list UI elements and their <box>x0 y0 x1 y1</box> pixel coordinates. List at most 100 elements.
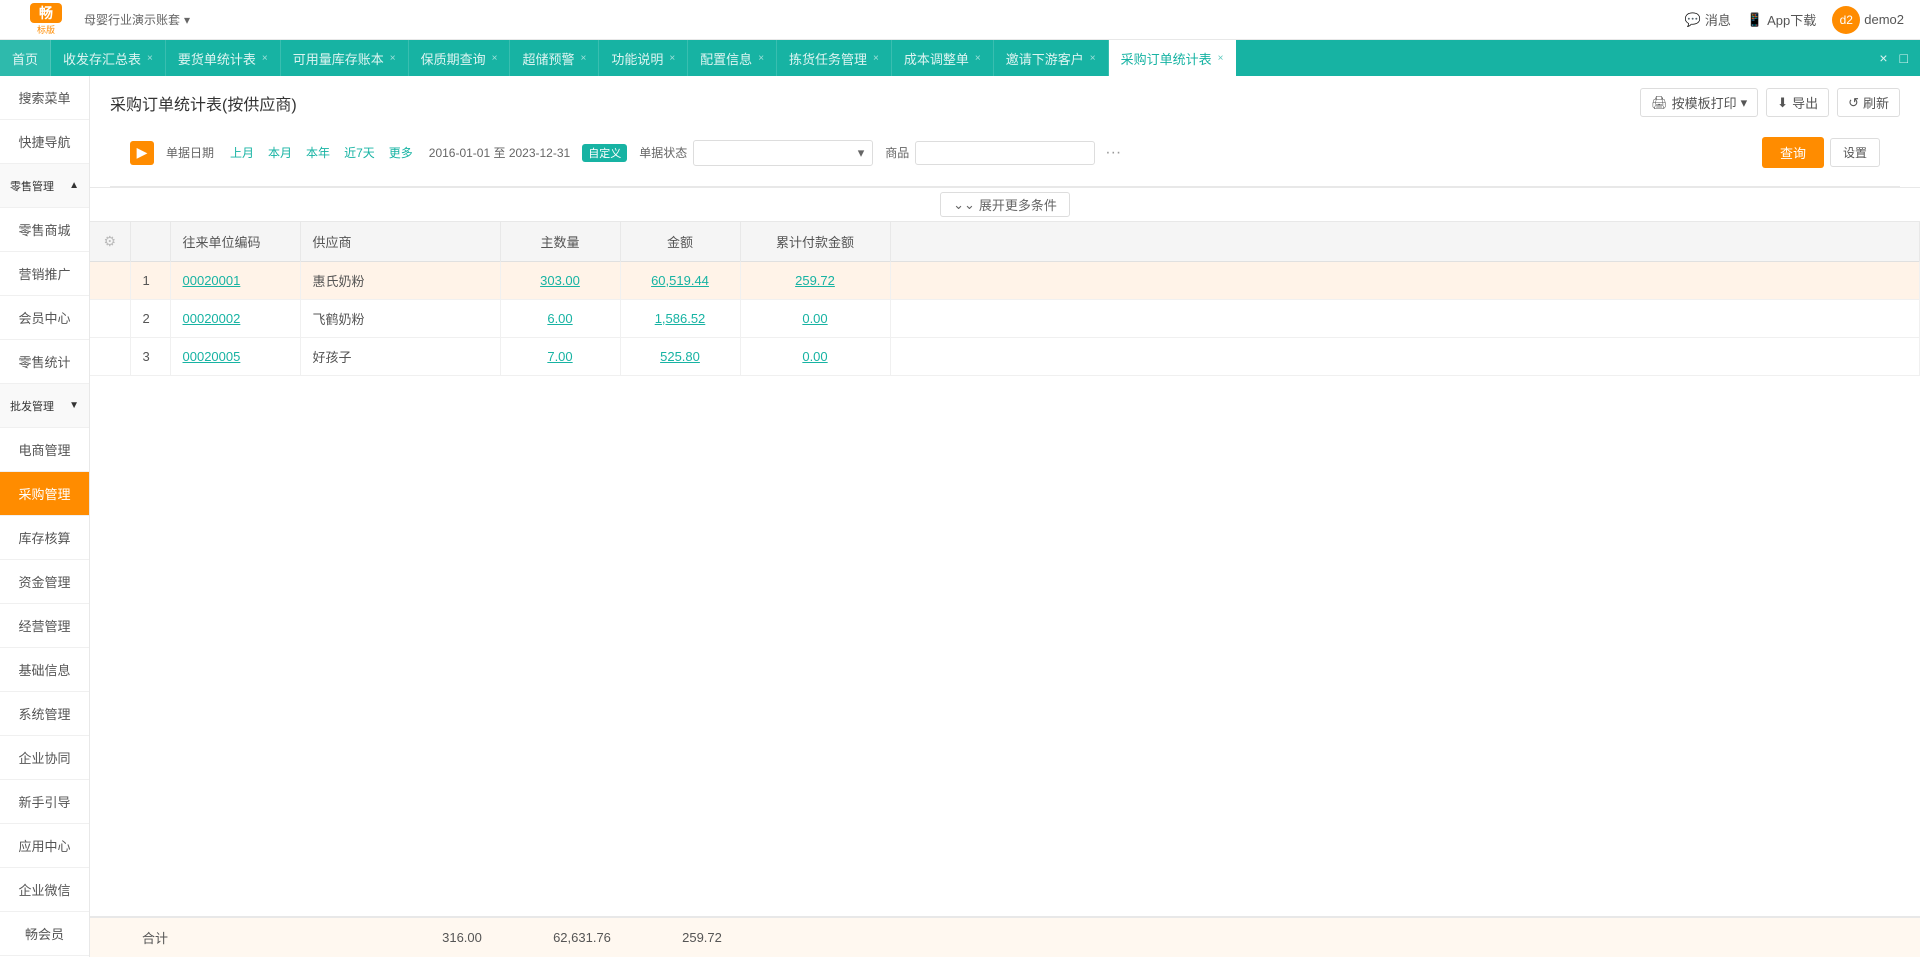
tab-expiry-query[interactable]: 保质期查询 × <box>409 40 511 76</box>
print-icon: 🖨 <box>1651 95 1668 111</box>
row-amount[interactable]: 60,519.44 <box>620 262 740 300</box>
sidebar-item-sys-mgmt[interactable]: 系统管理 <box>0 692 89 736</box>
sidebar-item-stock-check[interactable]: 库存核算 <box>0 516 89 560</box>
col-extra-header <box>890 222 1920 262</box>
app-download-action[interactable]: 📱 App下载 <box>1747 10 1816 29</box>
message-action[interactable]: 💬 消息 <box>1685 10 1731 29</box>
sidebar-item-wholesale-mgmt[interactable]: 批发管理 ▼ <box>0 384 89 428</box>
row-qty[interactable]: 6.00 <box>500 300 620 338</box>
sidebar-item-retail-mgmt[interactable]: 零售管理 ▲ <box>0 164 89 208</box>
tab-home[interactable]: 首页 <box>0 40 51 76</box>
sidebar-item-purchase-mgmt[interactable]: 采购管理 <box>0 472 89 516</box>
export-button[interactable]: ⬇ 导出 <box>1766 88 1829 117</box>
row-code[interactable]: 00020001 <box>170 262 300 300</box>
tab-receive-summary-close[interactable]: × <box>147 53 153 64</box>
filter-toggle-button[interactable]: ▶ <box>130 141 154 165</box>
nav-close-btn[interactable]: × <box>1875 48 1891 68</box>
shortcut-label: 快捷导航 <box>18 132 70 151</box>
sidebar-item-new-guide[interactable]: 新手引导 <box>0 780 89 824</box>
sidebar-item-retail-shop[interactable]: 零售商城 <box>0 208 89 252</box>
row-amount[interactable]: 1,586.52 <box>620 300 740 338</box>
tab-config-info-label: 配置信息 <box>700 49 752 68</box>
row-paid[interactable]: 0.00 <box>740 300 890 338</box>
sidebar-item-biz-mgmt[interactable]: 经营管理 <box>0 604 89 648</box>
row-paid[interactable]: 259.72 <box>740 262 890 300</box>
main-layout: 搜索菜单 快捷导航 零售管理 ▲ 零售商城 营销推广 会员中心 零售统计 批发管… <box>0 76 1920 957</box>
tab-pick-task-close[interactable]: × <box>873 53 879 64</box>
goods-input[interactable] <box>915 141 1095 165</box>
tab-config-info[interactable]: 配置信息 × <box>688 40 777 76</box>
print-button[interactable]: 🖨 按模板打印 ▾ <box>1640 88 1758 117</box>
nav-expand-btn[interactable]: □ <box>1896 48 1912 68</box>
tab-pick-task[interactable]: 拣货任务管理 × <box>777 40 892 76</box>
shortcut-this-year[interactable]: 本年 <box>302 142 334 163</box>
workspace-selector[interactable]: 母婴行业演示账套 ▾ <box>84 11 190 28</box>
sidebar-item-enterprise-collab[interactable]: 企业协同 <box>0 736 89 780</box>
page-title-row: 采购订单统计表(按供应商) 🖨 按模板打印 ▾ ⬇ 导出 ↺ 刷新 <box>110 88 1900 117</box>
tab-goods-stats-close[interactable]: × <box>262 53 268 64</box>
sidebar-item-member[interactable]: 畅会员 <box>0 912 89 956</box>
tab-cost-adjust-close[interactable]: × <box>975 53 981 64</box>
table-footer: 合计 316.00 62,631.76 259.72 <box>90 916 1920 957</box>
tab-goods-stats[interactable]: 要货单统计表 × <box>166 40 281 76</box>
table-row: 2 00020002 飞鹤奶粉 6.00 1,586.52 0.00 <box>90 300 1920 338</box>
message-label: 消息 <box>1705 10 1731 29</box>
page-header: 采购订单统计表(按供应商) 🖨 按模板打印 ▾ ⬇ 导出 ↺ 刷新 <box>90 76 1920 188</box>
sidebar-item-member-center[interactable]: 会员中心 <box>0 296 89 340</box>
tab-purchase-stats[interactable]: 采购订单统计表 × <box>1109 40 1237 76</box>
custom-badge[interactable]: 自定义 <box>582 144 627 162</box>
row-amount[interactable]: 525.80 <box>620 338 740 376</box>
status-select[interactable]: ▾ <box>693 140 873 166</box>
logo-text: 标版 <box>37 23 55 36</box>
sidebar-shortcut[interactable]: 快捷导航 <box>0 120 89 164</box>
expand-more-button[interactable]: ⌄⌄ 展开更多条件 <box>940 192 1070 217</box>
tab-overstock-warning-label: 超储预警 <box>522 49 574 68</box>
tab-cost-adjust[interactable]: 成本调整单 × <box>892 40 994 76</box>
row-qty[interactable]: 303.00 <box>500 262 620 300</box>
shortcut-this-month[interactable]: 本月 <box>264 142 296 163</box>
goods-more-icon[interactable]: ··· <box>1105 144 1121 162</box>
sidebar-item-enterprise-wechat[interactable]: 企业微信 <box>0 868 89 912</box>
refresh-button[interactable]: ↺ 刷新 <box>1837 88 1900 117</box>
expand-chevron-icon: ⌄⌄ <box>953 197 975 213</box>
shortcut-last-month[interactable]: 上月 <box>226 142 258 163</box>
tab-available-stock-close[interactable]: × <box>390 53 396 64</box>
sidebar-item-basic-info[interactable]: 基础信息 <box>0 648 89 692</box>
nav-tabs: 首页 收发存汇总表 × 要货单统计表 × 可用量库存账本 × 保质期查询 × 超… <box>0 40 1920 76</box>
sidebar-search[interactable]: 搜索菜单 <box>0 76 89 120</box>
shortcut-7days[interactable]: 近7天 <box>340 142 379 163</box>
row-paid[interactable]: 0.00 <box>740 338 890 376</box>
row-qty[interactable]: 7.00 <box>500 338 620 376</box>
sidebar-item-app-center[interactable]: 应用中心 <box>0 824 89 868</box>
query-button[interactable]: 查询 <box>1762 137 1824 168</box>
tab-function-desc[interactable]: 功能说明 × <box>599 40 688 76</box>
sidebar-item-retail-stats[interactable]: 零售统计 <box>0 340 89 384</box>
wholesale-mgmt-label: 批发管理 <box>10 398 54 414</box>
settings-button[interactable]: 设置 <box>1830 138 1880 167</box>
user-profile[interactable]: d2 demo2 <box>1832 6 1904 34</box>
tab-invite-downstream[interactable]: 邀请下游客户 × <box>994 40 1109 76</box>
member-label: 畅会员 <box>25 924 64 943</box>
message-icon: 💬 <box>1685 12 1701 28</box>
tab-overstock-warning-close[interactable]: × <box>580 53 586 64</box>
sidebar-item-ecom-mgmt[interactable]: 电商管理 <box>0 428 89 472</box>
tab-function-desc-close[interactable]: × <box>669 53 675 64</box>
row-code[interactable]: 00020005 <box>170 338 300 376</box>
tab-cost-adjust-label: 成本调整单 <box>904 49 969 68</box>
tab-available-stock[interactable]: 可用量库存账本 × <box>281 40 409 76</box>
shortcut-more[interactable]: 更多 <box>385 142 417 163</box>
sidebar-item-fund-mgmt[interactable]: 资金管理 <box>0 560 89 604</box>
tab-receive-summary[interactable]: 收发存汇总表 × <box>51 40 166 76</box>
tab-invite-downstream-label: 邀请下游客户 <box>1006 49 1084 68</box>
row-extra <box>890 262 1920 300</box>
tab-expiry-query-close[interactable]: × <box>492 53 498 64</box>
tab-overstock-warning[interactable]: 超储预警 × <box>510 40 599 76</box>
tab-config-info-close[interactable]: × <box>758 53 764 64</box>
table-header-row: ⚙ 往来单位编码 供应商 主数量 金额 累计付款金额 <box>90 222 1920 262</box>
row-code[interactable]: 00020002 <box>170 300 300 338</box>
sidebar-item-marketing[interactable]: 营销推广 <box>0 252 89 296</box>
table-settings-icon[interactable]: ⚙ <box>103 233 116 249</box>
tab-invite-downstream-close[interactable]: × <box>1090 53 1096 64</box>
tab-purchase-stats-close[interactable]: × <box>1218 53 1224 64</box>
tab-purchase-stats-label: 采购订单统计表 <box>1121 49 1212 68</box>
